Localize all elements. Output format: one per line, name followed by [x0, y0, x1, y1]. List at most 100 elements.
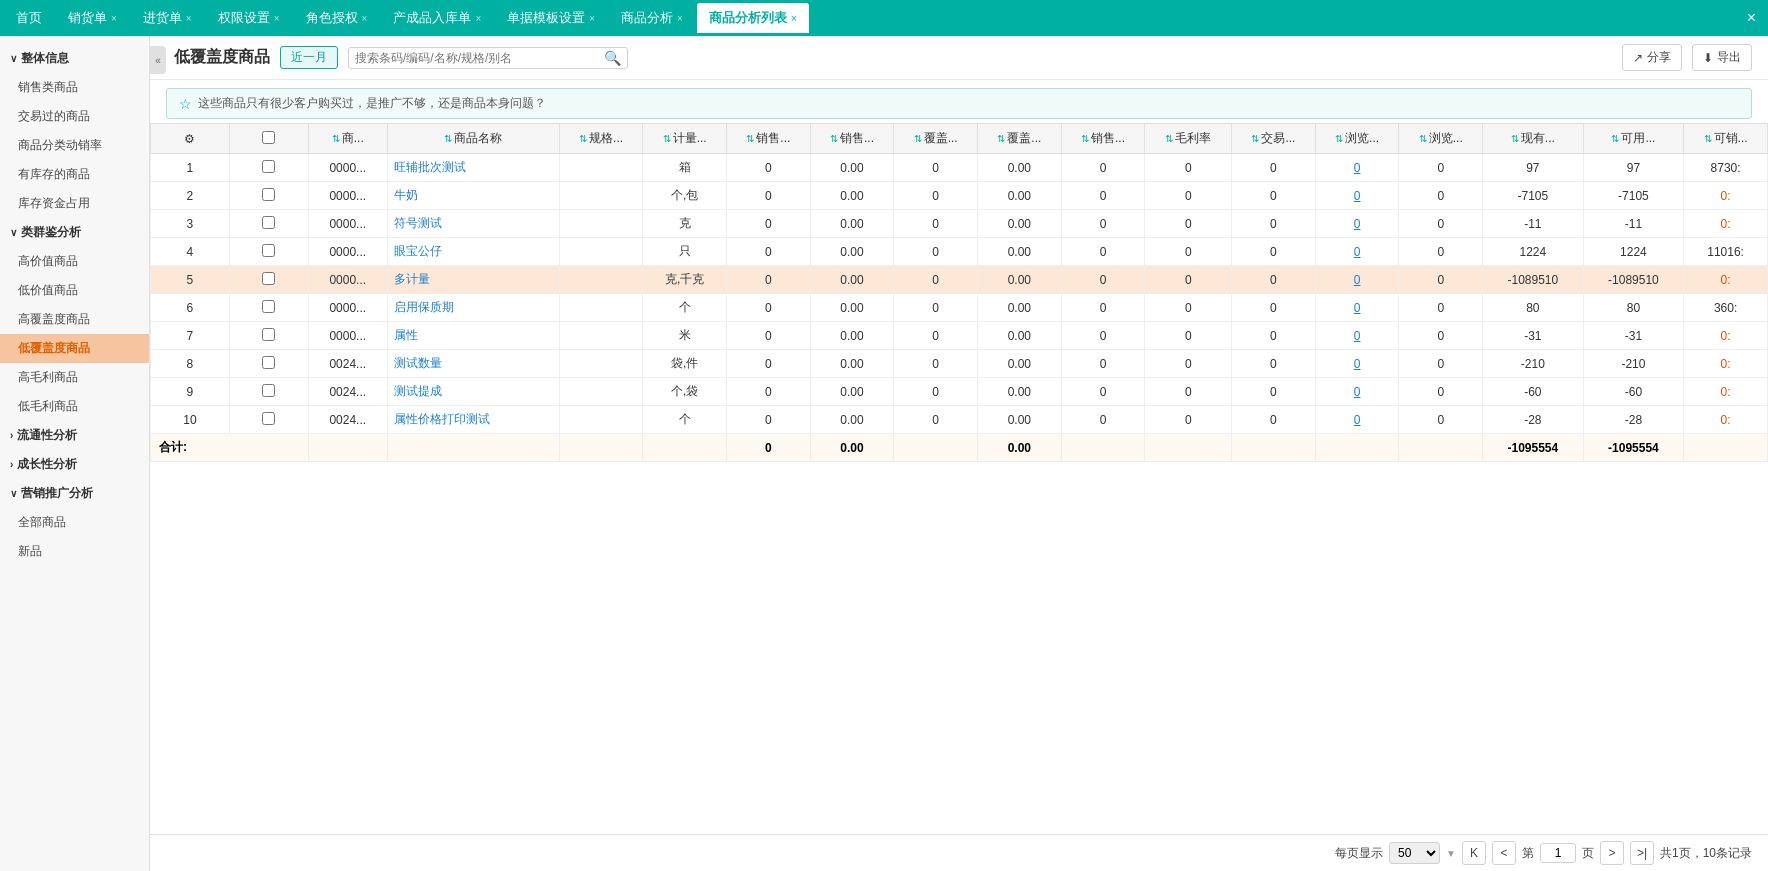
- row-browse1[interactable]: 0: [1315, 238, 1399, 266]
- row-name[interactable]: 旺辅批次测试: [387, 154, 559, 182]
- select-all-checkbox[interactable]: [262, 131, 275, 144]
- nav-purchase-order[interactable]: 进货单 ×: [131, 3, 204, 33]
- sidebar-item-category-rate[interactable]: 商品分类动销率: [0, 131, 149, 160]
- close-all-button[interactable]: ×: [1739, 5, 1764, 31]
- row-browse1[interactable]: 0: [1315, 322, 1399, 350]
- search-input[interactable]: [355, 51, 600, 65]
- sidebar-section-overall[interactable]: ∨ 整体信息: [0, 44, 149, 73]
- sidebar-section-growth[interactable]: › 成长性分析: [0, 450, 149, 479]
- col-gross-margin[interactable]: ⇅毛利率: [1145, 124, 1232, 154]
- sidebar-section-liquidity[interactable]: › 流通性分析: [0, 421, 149, 450]
- col-sellable[interactable]: ⇅可销...: [1684, 124, 1768, 154]
- col-name[interactable]: ⇅商品名称: [387, 124, 559, 154]
- page-size-select[interactable]: 50 20 100 200: [1389, 842, 1440, 864]
- col-code[interactable]: ⇅商...: [308, 124, 387, 154]
- nav-template[interactable]: 单据模板设置 ×: [495, 3, 607, 33]
- col-checkbox[interactable]: [229, 124, 308, 154]
- col-trade[interactable]: ⇅交易...: [1232, 124, 1316, 154]
- sidebar-collapse-button[interactable]: «: [150, 46, 166, 74]
- export-button[interactable]: ⬇ 导出: [1692, 44, 1752, 71]
- nav-home[interactable]: 首页: [4, 3, 54, 33]
- row-name[interactable]: 多计量: [387, 266, 559, 294]
- close-icon[interactable]: ×: [791, 13, 797, 24]
- row-checkbox[interactable]: [229, 294, 308, 322]
- col-current[interactable]: ⇅现有...: [1483, 124, 1584, 154]
- row-checkbox[interactable]: [229, 210, 308, 238]
- row-checkbox[interactable]: [229, 238, 308, 266]
- sidebar-item-stocked-goods[interactable]: 有库存的商品: [0, 160, 149, 189]
- next-page-button[interactable]: >: [1600, 841, 1624, 865]
- col-sales3[interactable]: ⇅销售...: [1061, 124, 1145, 154]
- share-button[interactable]: ↗ 分享: [1622, 44, 1682, 71]
- row-checkbox[interactable]: [229, 182, 308, 210]
- sidebar-item-high-margin[interactable]: 高毛利商品: [0, 363, 149, 392]
- row-checkbox[interactable]: [229, 266, 308, 294]
- row-select-checkbox[interactable]: [262, 160, 275, 173]
- col-sales-count[interactable]: ⇅销售...: [727, 124, 811, 154]
- nav-role-auth[interactable]: 角色授权 ×: [294, 3, 380, 33]
- col-browse2[interactable]: ⇅浏览...: [1399, 124, 1483, 154]
- nav-sales-order[interactable]: 销货单 ×: [56, 3, 129, 33]
- close-icon[interactable]: ×: [677, 13, 683, 24]
- row-name[interactable]: 符号测试: [387, 210, 559, 238]
- sidebar-item-new-goods[interactable]: 新品: [0, 537, 149, 566]
- row-select-checkbox[interactable]: [262, 356, 275, 369]
- row-checkbox[interactable]: [229, 350, 308, 378]
- close-icon[interactable]: ×: [475, 13, 481, 24]
- row-checkbox[interactable]: [229, 378, 308, 406]
- sidebar-item-traded-goods[interactable]: 交易过的商品: [0, 102, 149, 131]
- filter-period-button[interactable]: 近一月: [280, 46, 338, 69]
- row-select-checkbox[interactable]: [262, 300, 275, 313]
- row-name[interactable]: 属性价格打印测试: [387, 406, 559, 434]
- first-page-button[interactable]: K: [1462, 841, 1486, 865]
- row-select-checkbox[interactable]: [262, 216, 275, 229]
- row-browse1[interactable]: 0: [1315, 294, 1399, 322]
- row-browse1[interactable]: 0: [1315, 210, 1399, 238]
- col-coverage2[interactable]: ⇅覆盖...: [978, 124, 1062, 154]
- row-name[interactable]: 测试数量: [387, 350, 559, 378]
- nav-product-entry[interactable]: 产成品入库单 ×: [381, 3, 493, 33]
- row-browse1[interactable]: 0: [1315, 154, 1399, 182]
- sidebar-item-low-coverage[interactable]: 低覆盖度商品: [0, 334, 149, 363]
- sidebar-item-high-value[interactable]: 高价值商品: [0, 247, 149, 276]
- row-checkbox[interactable]: [229, 154, 308, 182]
- row-select-checkbox[interactable]: [262, 328, 275, 341]
- close-icon[interactable]: ×: [186, 13, 192, 24]
- sidebar-item-all-goods[interactable]: 全部商品: [0, 508, 149, 537]
- row-select-checkbox[interactable]: [262, 272, 275, 285]
- row-browse1[interactable]: 0: [1315, 350, 1399, 378]
- sidebar-item-high-coverage[interactable]: 高覆盖度商品: [0, 305, 149, 334]
- col-sales-amount[interactable]: ⇅销售...: [810, 124, 894, 154]
- sidebar-section-segment[interactable]: ∨ 类群鉴分析: [0, 218, 149, 247]
- col-available[interactable]: ⇅可用...: [1583, 124, 1684, 154]
- prev-page-button[interactable]: <: [1492, 841, 1516, 865]
- search-icon[interactable]: 🔍: [604, 50, 621, 66]
- sidebar-item-low-margin[interactable]: 低毛利商品: [0, 392, 149, 421]
- close-icon[interactable]: ×: [589, 13, 595, 24]
- nav-product-analysis[interactable]: 商品分析 ×: [609, 3, 695, 33]
- col-unit[interactable]: ⇅计量...: [643, 124, 727, 154]
- row-select-checkbox[interactable]: [262, 244, 275, 257]
- row-name[interactable]: 眼宝公仔: [387, 238, 559, 266]
- row-select-checkbox[interactable]: [262, 384, 275, 397]
- row-name[interactable]: 启用保质期: [387, 294, 559, 322]
- row-browse1[interactable]: 0: [1315, 378, 1399, 406]
- row-name[interactable]: 属性: [387, 322, 559, 350]
- close-icon[interactable]: ×: [274, 13, 280, 24]
- sidebar-item-low-value[interactable]: 低价值商品: [0, 276, 149, 305]
- last-page-button[interactable]: >|: [1630, 841, 1654, 865]
- row-checkbox[interactable]: [229, 406, 308, 434]
- row-name[interactable]: 牛奶: [387, 182, 559, 210]
- row-browse1[interactable]: 0: [1315, 406, 1399, 434]
- col-coverage1[interactable]: ⇅覆盖...: [894, 124, 978, 154]
- row-browse1[interactable]: 0: [1315, 266, 1399, 294]
- sidebar-item-inventory-capital[interactable]: 库存资金占用: [0, 189, 149, 218]
- close-icon[interactable]: ×: [362, 13, 368, 24]
- nav-permissions[interactable]: 权限设置 ×: [206, 3, 292, 33]
- page-number-input[interactable]: [1540, 843, 1576, 863]
- row-select-checkbox[interactable]: [262, 188, 275, 201]
- col-settings[interactable]: ⚙: [151, 124, 230, 154]
- row-browse1[interactable]: 0: [1315, 182, 1399, 210]
- nav-product-analysis-list[interactable]: 商品分析列表 ×: [697, 3, 809, 33]
- row-checkbox[interactable]: [229, 322, 308, 350]
